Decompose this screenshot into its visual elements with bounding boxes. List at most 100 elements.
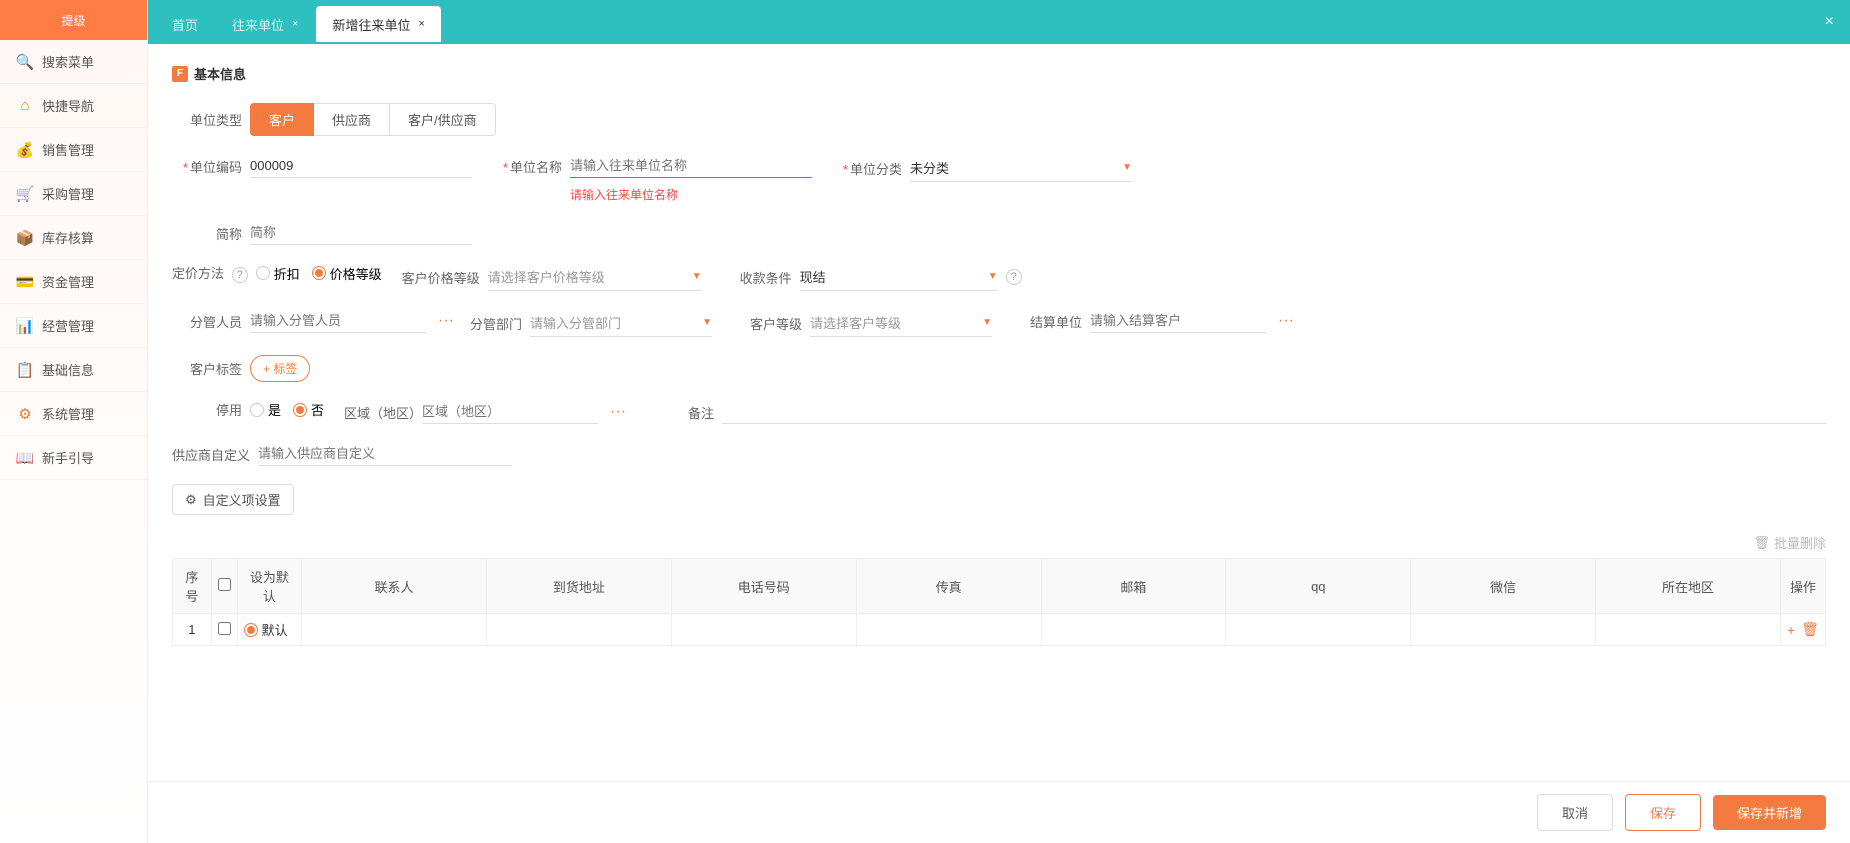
delete-icon: 🗑: [1753, 535, 1770, 551]
chevron-down-icon: ▼: [1122, 162, 1132, 173]
sidebar: 提级 🔍 搜索菜单 ⌂ 快捷导航 💰 销售管理 🛒 采购管理 📦 库存核算 💳 …: [0, 0, 148, 843]
remark-input[interactable]: [722, 400, 1826, 424]
radio-price-level[interactable]: 价格等级: [312, 264, 382, 283]
wechat-input[interactable]: [1417, 622, 1589, 637]
sidebar-item-label: 快捷导航: [42, 96, 94, 115]
short-name-input[interactable]: [250, 221, 472, 245]
manager-input[interactable]: [250, 309, 426, 333]
custom-settings-label: 自定义项设置: [203, 490, 281, 509]
type-btn-both[interactable]: 客户/供应商: [390, 103, 496, 136]
row-qq[interactable]: [1226, 614, 1411, 646]
unit-type-field: 单位类型 客户 供应商 客户/供应商: [172, 103, 1826, 136]
fax-input[interactable]: [863, 622, 1035, 637]
settlement-dots-btn[interactable]: ···: [1274, 312, 1298, 330]
sidebar-item-search[interactable]: 🔍 搜索菜单: [0, 40, 147, 84]
inventory-icon: 📦: [16, 229, 34, 247]
cancel-button[interactable]: 取消: [1537, 794, 1613, 831]
region-dots-btn[interactable]: ···: [606, 403, 630, 421]
form-footer: 取消 保存 保存并新增: [148, 781, 1850, 843]
supplier-custom-input[interactable]: [258, 442, 512, 466]
radio-discount[interactable]: 折扣: [256, 264, 300, 283]
tab-partners-close[interactable]: ×: [292, 18, 298, 30]
row-fax[interactable]: [856, 614, 1041, 646]
row-actions: + 🗑: [1780, 614, 1825, 646]
table-row: 1 默认: [173, 614, 1826, 646]
row-check: [211, 614, 237, 646]
sidebar-item-system[interactable]: ⚙ 系统管理: [0, 392, 147, 436]
customer-price-field: 客户价格等级 请选择客户价格等级 ▼: [402, 263, 702, 291]
add-tag-button[interactable]: + 标签: [250, 355, 310, 382]
dept-label: 分管部门: [452, 314, 522, 333]
delete-row-button[interactable]: 🗑: [1801, 621, 1819, 638]
customer-price-select[interactable]: 请选择客户价格等级 ▼: [488, 263, 702, 291]
col-email: 邮箱: [1041, 559, 1226, 614]
sidebar-logo: 提级: [0, 0, 147, 40]
row-wechat[interactable]: [1411, 614, 1596, 646]
sidebar-item-purchase[interactable]: 🛒 采购管理: [0, 172, 147, 216]
sidebar-item-finance[interactable]: 💳 资金管理: [0, 260, 147, 304]
row-region[interactable]: [1596, 614, 1781, 646]
sidebar-item-shortcut[interactable]: ⌂ 快捷导航: [0, 84, 147, 128]
qq-input[interactable]: [1232, 622, 1404, 637]
customer-level-field: 客户等级 请选择客户等级 ▼: [732, 309, 992, 337]
row-region-input[interactable]: [1602, 622, 1774, 637]
payment-terms-select[interactable]: 现结 ▼: [800, 263, 998, 291]
radio-disabled-yes[interactable]: 是: [250, 400, 281, 419]
customer-level-select[interactable]: 请选择客户等级 ▼: [810, 309, 992, 337]
row-contact[interactable]: [302, 614, 487, 646]
global-close-button[interactable]: ×: [1817, 13, 1842, 31]
col-action: 操作: [1780, 559, 1825, 614]
save-button[interactable]: 保存: [1625, 794, 1701, 831]
default-label: 默认: [262, 620, 288, 639]
sidebar-item-inventory[interactable]: 📦 库存核算: [0, 216, 147, 260]
save-new-button[interactable]: 保存并新增: [1713, 795, 1826, 830]
email-input[interactable]: [1048, 622, 1220, 637]
unit-type-btn-group: 客户 供应商 客户/供应商: [250, 103, 496, 136]
customer-price-placeholder: 请选择客户价格等级: [488, 267, 688, 286]
payment-help-icon[interactable]: ?: [1006, 269, 1022, 285]
region-input[interactable]: [422, 400, 598, 424]
radio-price-level-label: 价格等级: [330, 264, 382, 283]
region-field: 区域（地区） ···: [344, 400, 624, 424]
radio-disabled-no[interactable]: 否: [293, 400, 324, 419]
radio-no-label: 否: [311, 400, 324, 419]
sidebar-item-sales[interactable]: 💰 销售管理: [0, 128, 147, 172]
sidebar-item-guide[interactable]: 📖 新手引导: [0, 436, 147, 480]
row-email[interactable]: [1041, 614, 1226, 646]
dept-select[interactable]: 请输入分管部门 ▼: [530, 309, 712, 337]
short-name-row: 简称: [172, 221, 1826, 245]
tab-home[interactable]: 首页: [156, 6, 214, 42]
sidebar-item-operations[interactable]: 📊 经营管理: [0, 304, 147, 348]
tab-partners[interactable]: 往来单位 ×: [216, 6, 314, 42]
settlement-input[interactable]: [1090, 309, 1266, 333]
contact-input[interactable]: [308, 622, 480, 637]
name-input[interactable]: [570, 154, 812, 178]
row-address[interactable]: [486, 614, 671, 646]
batch-delete-button[interactable]: 🗑 批量删除: [1753, 533, 1826, 552]
tab-new-partner-close[interactable]: ×: [418, 18, 424, 30]
select-all-checkbox[interactable]: [218, 578, 231, 591]
row-checkbox[interactable]: [218, 622, 231, 635]
custom-settings-button[interactable]: ⚙ 自定义项设置: [172, 484, 294, 515]
type-btn-customer[interactable]: 客户: [250, 103, 314, 136]
code-input[interactable]: [250, 154, 472, 178]
code-field: *单位编码: [172, 154, 472, 178]
home-icon: ⌂: [16, 97, 34, 115]
address-input[interactable]: [493, 622, 665, 637]
tab-new-partner[interactable]: 新增往来单位 ×: [316, 6, 440, 42]
supplier-custom-field: 供应商自定义: [172, 442, 512, 466]
category-select[interactable]: 未分类 ▼: [910, 154, 1132, 182]
row-default-radio[interactable]: 默认: [244, 620, 295, 639]
add-row-button[interactable]: +: [1787, 622, 1795, 638]
disabled-field: 停用 是 否: [172, 400, 324, 419]
pricing-help-icon[interactable]: ?: [232, 267, 248, 283]
phone-input[interactable]: [678, 622, 850, 637]
guide-icon: 📖: [16, 449, 34, 467]
sidebar-item-basic[interactable]: 📋 基础信息: [0, 348, 147, 392]
row-phone[interactable]: [671, 614, 856, 646]
radio-yes-circle: [250, 403, 264, 417]
type-btn-supplier[interactable]: 供应商: [314, 103, 390, 136]
basic-icon: 📋: [16, 361, 34, 379]
tab-partners-label: 往来单位: [232, 15, 284, 34]
manager-label: 分管人员: [172, 312, 242, 331]
